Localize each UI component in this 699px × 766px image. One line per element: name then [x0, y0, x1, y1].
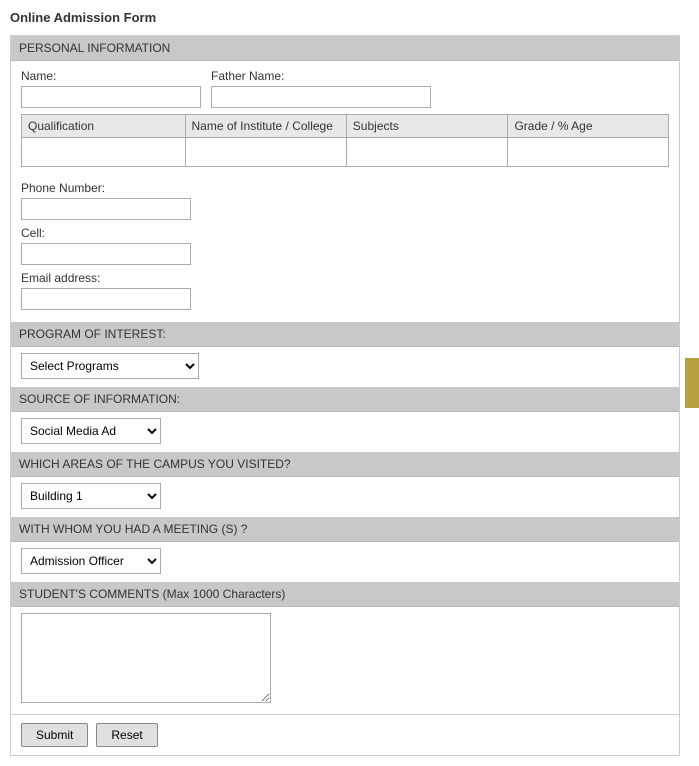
- father-name-input[interactable]: [211, 86, 431, 108]
- campus-section: Building 1 Building 2 Library Cafeteria …: [11, 477, 679, 517]
- qualification-input[interactable]: [26, 141, 181, 163]
- name-label: Name:: [21, 69, 201, 83]
- cell-field-group: Cell:: [21, 226, 669, 265]
- form-container: PERSONAL INFORMATION Name: Father Name: …: [10, 35, 680, 756]
- qual-col-header: Qualification: [22, 115, 186, 138]
- comments-section: [11, 607, 679, 714]
- subjects-col-header: Subjects: [346, 115, 508, 138]
- program-select[interactable]: Select Programs BS Computer Science BS B…: [21, 353, 199, 379]
- comments-textarea[interactable]: [21, 613, 271, 703]
- scrollbar-hint: [685, 358, 699, 408]
- campus-header: WHICH AREAS OF THE CAMPUS YOU VISITED?: [11, 452, 679, 477]
- cell-input[interactable]: [21, 243, 191, 265]
- page-title: Online Admission Form: [10, 10, 689, 25]
- grade-input[interactable]: [512, 141, 664, 163]
- source-select[interactable]: Social Media Ad Newspaper Friend Banner …: [21, 418, 161, 444]
- comments-header: STUDENT'S COMMENTS (Max 1000 Characters): [11, 582, 679, 607]
- name-field-group: Name:: [21, 69, 201, 108]
- reset-button[interactable]: Reset: [96, 723, 157, 747]
- source-section: Social Media Ad Newspaper Friend Banner …: [11, 412, 679, 452]
- contact-section: Phone Number: Cell: Email address:: [11, 175, 679, 322]
- meeting-header: WITH WHOM YOU HAD A MEETING (S) ?: [11, 517, 679, 542]
- campus-select[interactable]: Building 1 Building 2 Library Cafeteria …: [21, 483, 161, 509]
- phone-label: Phone Number:: [21, 181, 669, 195]
- program-section: Select Programs BS Computer Science BS B…: [11, 347, 679, 387]
- phone-field-group: Phone Number:: [21, 181, 669, 220]
- table-row: [22, 138, 669, 167]
- button-row: Submit Reset: [11, 714, 679, 755]
- father-name-label: Father Name:: [211, 69, 431, 83]
- institute-input[interactable]: [190, 141, 342, 163]
- phone-input[interactable]: [21, 198, 191, 220]
- cell-label: Cell:: [21, 226, 669, 240]
- meeting-select[interactable]: Admission Officer Principal Dean Faculty…: [21, 548, 161, 574]
- institute-col-header: Name of Institute / College: [185, 115, 346, 138]
- meeting-section: Admission Officer Principal Dean Faculty…: [11, 542, 679, 582]
- personal-info-header: PERSONAL INFORMATION: [11, 36, 679, 61]
- father-name-field-group: Father Name:: [211, 69, 431, 108]
- grade-col-header: Grade / % Age: [508, 115, 669, 138]
- personal-info-body: Name: Father Name: Qualification Name of…: [11, 61, 679, 175]
- program-header: PROGRAM OF INTEREST:: [11, 322, 679, 347]
- subjects-input[interactable]: [351, 141, 504, 163]
- name-input[interactable]: [21, 86, 201, 108]
- qualification-table: Qualification Name of Institute / Colleg…: [21, 114, 669, 167]
- email-input[interactable]: [21, 288, 191, 310]
- submit-button[interactable]: Submit: [21, 723, 88, 747]
- email-label: Email address:: [21, 271, 669, 285]
- source-header: SOURCE OF INFORMATION:: [11, 387, 679, 412]
- email-field-group: Email address:: [21, 271, 669, 310]
